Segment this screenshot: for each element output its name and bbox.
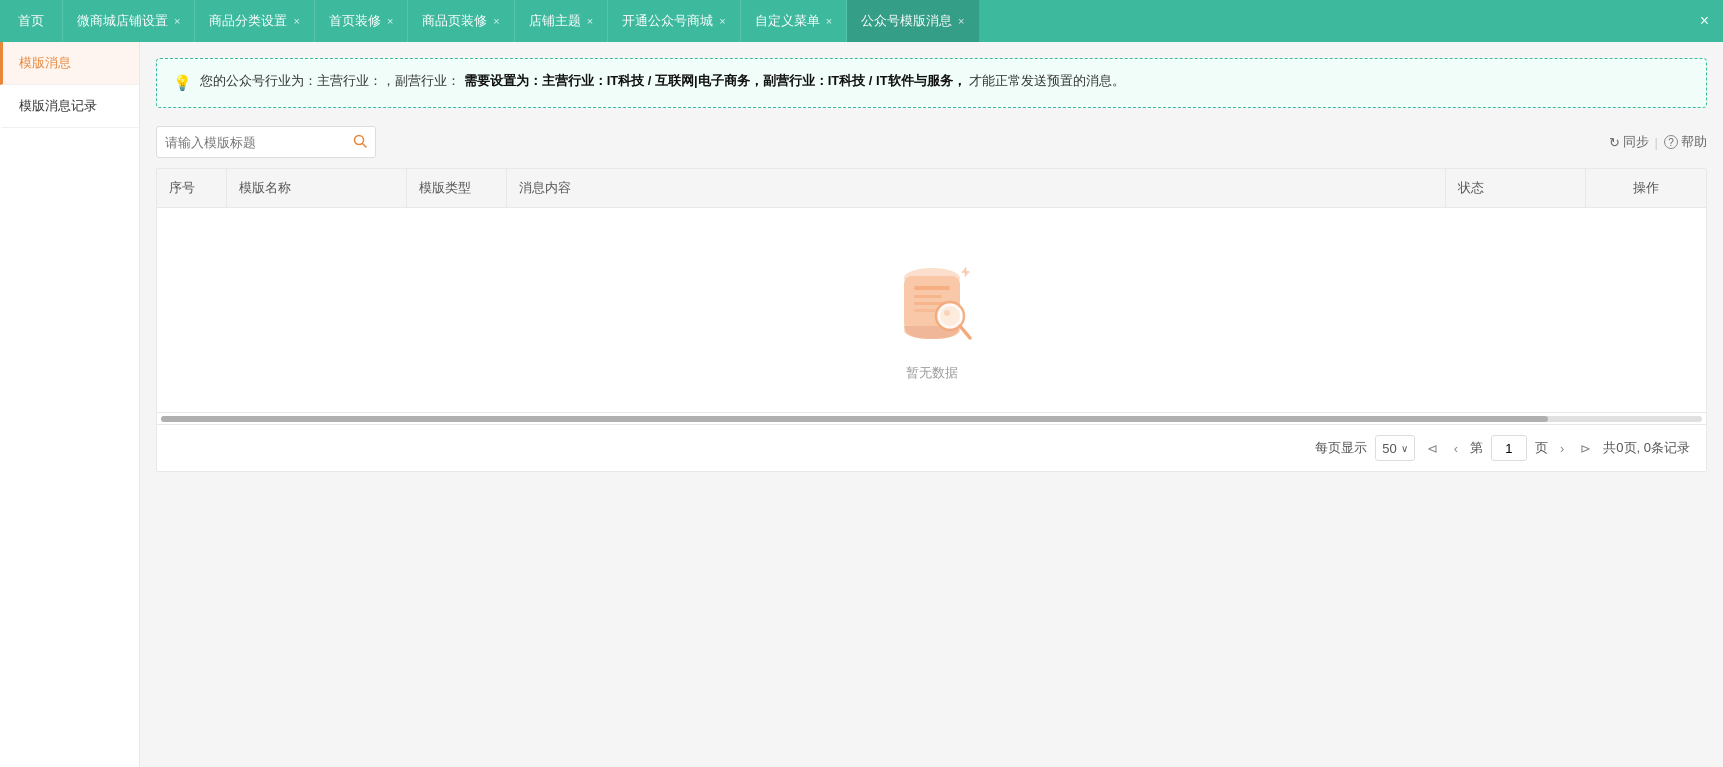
sidebar-item-template-record[interactable]: 模版消息记录 xyxy=(0,85,139,128)
svg-point-12 xyxy=(944,310,950,316)
sync-label: 同步 xyxy=(1623,133,1649,151)
empty-icon xyxy=(882,248,982,348)
th-seq: 序号 xyxy=(157,169,227,207)
th-name: 模版名称 xyxy=(227,169,407,207)
nav-tab-custom-menu[interactable]: 自定义菜单 × xyxy=(741,0,847,42)
nav-tab-category[interactable]: 商品分类设置 × xyxy=(195,0,314,42)
nav-tab-open-shop-label: 开通公众号商城 xyxy=(622,12,713,30)
scroll-track xyxy=(161,416,1702,422)
svg-rect-7 xyxy=(914,309,936,312)
svg-line-1 xyxy=(363,143,367,147)
nav-tab-shop-theme-close[interactable]: × xyxy=(587,15,593,27)
sidebar-item-template-record-label: 模版消息记录 xyxy=(19,98,97,113)
page-input[interactable] xyxy=(1491,435,1527,461)
notice-suffix: 才能正常发送预置的消息。 xyxy=(969,73,1125,88)
toolbar-divider: | xyxy=(1655,135,1658,150)
nav-tab-open-shop[interactable]: 开通公众号商城 × xyxy=(608,0,740,42)
scrollbar-area[interactable] xyxy=(157,412,1706,424)
data-table: 序号 模版名称 模版类型 消息内容 状态 操作 xyxy=(156,168,1707,472)
th-status: 状态 xyxy=(1446,169,1586,207)
nav-tab-product-deco[interactable]: 商品页装修 × xyxy=(408,0,514,42)
notice-bold-text: 需要设置为：主营行业：IT科技 / 互联网|电子商务，副营行业：IT科技 / I… xyxy=(464,73,966,88)
nav-tab-template-msg-label: 公众号模版消息 xyxy=(861,12,952,30)
page-label-pre: 第 xyxy=(1470,439,1483,457)
notice-text: 您的公众号行业为：主营行业：，副营行业： 需要设置为：主营行业：IT科技 / 互… xyxy=(200,71,1125,92)
prev-page-button[interactable]: ‹ xyxy=(1450,439,1462,458)
top-nav: 首页 微商城店铺设置 × 商品分类设置 × 首页装修 × 商品页装修 × 店铺主… xyxy=(0,0,1723,42)
nav-tab-home-deco[interactable]: 首页装修 × xyxy=(315,0,408,42)
sidebar-item-template-message[interactable]: 模版消息 xyxy=(0,42,139,85)
last-page-button[interactable]: ⊳ xyxy=(1576,439,1595,458)
nav-tab-home-deco-close[interactable]: × xyxy=(387,15,393,27)
page-size-value: 50 xyxy=(1382,441,1396,456)
nav-tab-template-msg[interactable]: 公众号模版消息 × xyxy=(847,0,979,42)
scroll-thumb xyxy=(161,416,1548,422)
sync-icon: ↻ xyxy=(1609,135,1620,150)
total-label: 共0页, 0条记录 xyxy=(1603,439,1690,457)
help-icon: ? xyxy=(1664,135,1678,149)
nav-tab-home[interactable]: 首页 xyxy=(0,0,63,42)
toolbar-right: ↻ 同步 | ? 帮助 xyxy=(1609,133,1707,151)
search-button[interactable] xyxy=(353,134,367,151)
th-type: 模版类型 xyxy=(407,169,507,207)
svg-rect-5 xyxy=(914,295,942,298)
first-page-button[interactable]: ⊲ xyxy=(1423,439,1442,458)
nav-close-all-button[interactable]: × xyxy=(1686,12,1723,30)
nav-tab-category-label: 商品分类设置 xyxy=(209,12,287,30)
sidebar: 模版消息 模版消息记录 xyxy=(0,42,140,767)
nav-tab-product-deco-label: 商品页装修 xyxy=(422,12,487,30)
table-header: 序号 模版名称 模版类型 消息内容 状态 操作 xyxy=(157,169,1706,208)
svg-rect-4 xyxy=(914,286,950,290)
help-button[interactable]: ? 帮助 xyxy=(1664,133,1707,151)
sync-button[interactable]: ↻ 同步 xyxy=(1609,133,1649,151)
search-input[interactable] xyxy=(165,135,353,150)
empty-state: 暂无数据 xyxy=(157,208,1706,412)
sidebar-item-template-message-label: 模版消息 xyxy=(19,55,71,70)
nav-tab-category-close[interactable]: × xyxy=(293,15,299,27)
notice-icon: 💡 xyxy=(173,71,192,95)
chevron-down-icon: ∨ xyxy=(1401,443,1408,454)
main-layout: 模版消息 模版消息记录 💡 您的公众号行业为：主营行业：，副营行业： 需要设置为… xyxy=(0,42,1723,767)
search-input-wrap xyxy=(156,126,376,158)
nav-tab-shop-theme-label: 店铺主题 xyxy=(529,12,581,30)
notice-box: 💡 您的公众号行业为：主营行业：，副营行业： 需要设置为：主营行业：IT科技 /… xyxy=(156,58,1707,108)
nav-tab-weshop-label: 微商城店铺设置 xyxy=(77,12,168,30)
nav-tab-weshop[interactable]: 微商城店铺设置 × xyxy=(63,0,195,42)
th-action: 操作 xyxy=(1586,169,1706,207)
nav-tab-custom-menu-label: 自定义菜单 xyxy=(755,12,820,30)
nav-tab-custom-menu-close[interactable]: × xyxy=(826,15,832,27)
nav-tab-weshop-close[interactable]: × xyxy=(174,15,180,27)
next-page-button[interactable]: › xyxy=(1556,439,1568,458)
page-size-select[interactable]: 50 ∨ xyxy=(1375,435,1414,461)
svg-point-10 xyxy=(940,306,960,326)
nav-tab-home-deco-label: 首页装修 xyxy=(329,12,381,30)
svg-line-11 xyxy=(960,326,970,338)
empty-text: 暂无数据 xyxy=(906,364,958,382)
search-row: ↻ 同步 | ? 帮助 xyxy=(156,126,1707,158)
nav-tab-home-label: 首页 xyxy=(18,12,44,30)
nav-tab-product-deco-close[interactable]: × xyxy=(493,15,499,27)
pagination: 每页显示 50 ∨ ⊲ ‹ 第 页 › ⊳ 共0页, 0条记录 xyxy=(157,424,1706,471)
th-content: 消息内容 xyxy=(507,169,1446,207)
nav-tab-open-shop-close[interactable]: × xyxy=(719,15,725,27)
nav-tab-shop-theme[interactable]: 店铺主题 × xyxy=(515,0,608,42)
page-size-label: 每页显示 xyxy=(1315,439,1367,457)
nav-tab-template-msg-close[interactable]: × xyxy=(958,15,964,27)
content-area: 💡 您的公众号行业为：主营行业：，副营行业： 需要设置为：主营行业：IT科技 /… xyxy=(140,42,1723,767)
page-label-post: 页 xyxy=(1535,439,1548,457)
notice-prefix: 您的公众号行业为：主营行业：，副营行业： xyxy=(200,73,460,88)
help-label: 帮助 xyxy=(1681,133,1707,151)
